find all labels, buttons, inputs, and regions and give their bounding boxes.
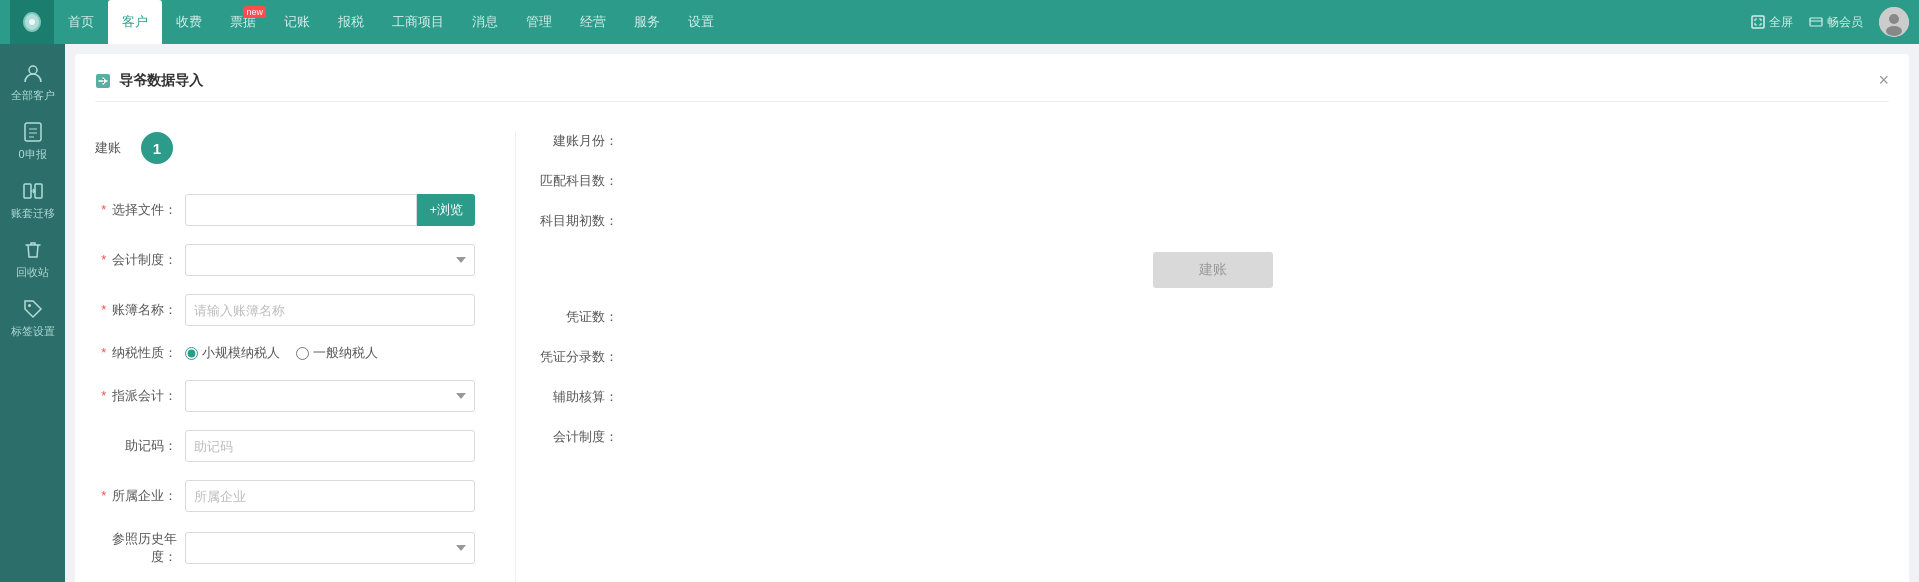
history-year-label: 参照历史年度： [95,530,185,566]
fullscreen-button[interactable]: 全屏 [1751,14,1793,31]
content-inner: 导爷数据导入 × 建账 1 选择文件： [75,54,1909,582]
nav-item-home[interactable]: 首页 [54,0,108,44]
file-input[interactable] [185,194,417,226]
accounting-system-select[interactable] [185,244,475,276]
company-input[interactable] [185,480,475,512]
nav-item-customer[interactable]: 客户 [108,0,162,44]
company-label: 所属企业： [95,487,185,505]
sidebar-item-report[interactable]: 0申报 [3,113,63,170]
dialog-title-bar: 导爷数据导入 × [95,70,1889,102]
initial-balance-label: 科目期初数： [536,212,626,230]
step-label: 建账 [95,139,121,157]
tax-type-label: 纳税性质： [95,344,185,362]
top-nav: 首页 客户 收费 票据 new 记账 报税 工商项目 消息 管理 经营 服务 设… [0,0,1919,44]
voucher-entries-row: 凭证分录数： [536,348,1889,366]
build-month-label: 建账月份： [536,132,626,150]
match-subjects-row: 匹配科目数： [536,172,1889,190]
nav-item-business[interactable]: 工商项目 [378,0,458,44]
svg-point-0 [29,19,35,25]
ledger-name-label: 账簿名称： [95,301,185,319]
vip-button[interactable]: 畅会员 [1809,14,1863,31]
auxiliary-label: 辅助核算： [536,388,626,406]
nav-item-account[interactable]: 记账 [270,0,324,44]
svg-rect-7 [25,123,41,141]
tax-type-radio-group: 小规模纳税人 一般纳税人 [185,344,475,362]
tax-type-small-radio[interactable] [185,347,198,360]
nav-item-message[interactable]: 消息 [458,0,512,44]
build-account-button[interactable]: 建账 [1153,252,1273,288]
nav-item-billing[interactable]: 收费 [162,0,216,44]
accounting-system-row: 会计制度： [95,244,475,276]
dialog-title-left: 导爷数据导入 [95,72,203,90]
new-badge: new [243,6,266,18]
file-input-group: +浏览 [185,194,475,226]
tax-type-general-radio[interactable] [296,347,309,360]
dialog-title-text: 导爷数据导入 [119,72,203,90]
file-row: 选择文件： +浏览 [95,194,475,226]
ledger-name-input[interactable] [185,294,475,326]
auxiliary-row: 辅助核算： [536,388,1889,406]
browse-button[interactable]: +浏览 [417,194,475,226]
svg-rect-2 [1810,18,1822,26]
build-month-row: 建账月份： [536,132,1889,150]
svg-point-6 [29,66,37,74]
nav-item-tax[interactable]: 报税 [324,0,378,44]
build-button-container: 建账 [536,252,1889,288]
sidebar-item-all-clients[interactable]: 全部客户 [3,54,63,111]
company-row: 所属企业： [95,480,475,512]
form-left: 建账 1 选择文件： +浏览 [95,132,515,582]
accountant-row: 指派会计： [95,380,475,412]
sidebar-item-trash[interactable]: 回收站 [3,231,63,288]
history-year-row: 参照历史年度： [95,530,475,566]
content-area: 导爷数据导入 × 建账 1 选择文件： [65,44,1919,582]
svg-point-4 [1889,14,1899,24]
file-label: 选择文件： [95,201,185,219]
voucher-count-row: 凭证数： [536,308,1889,326]
svg-point-5 [1886,26,1902,36]
voucher-entries-label: 凭证分录数： [536,348,626,366]
step-indicator: 建账 1 [95,132,475,164]
memo-input[interactable] [185,430,475,462]
tax-type-small[interactable]: 小规模纳税人 [185,344,280,362]
sidebar-item-migration[interactable]: 账套迁移 [3,172,63,229]
memo-row: 助记码： [95,430,475,462]
right-accounting-system-label: 会计制度： [536,428,626,446]
main-layout: 全部客户 0申报 账套迁移 回收站 [0,44,1919,582]
accounting-system-label: 会计制度： [95,251,185,269]
sidebar-item-tags[interactable]: 标签设置 [3,290,63,347]
nav-right: 全屏 畅会员 [1751,7,1909,37]
nav-item-manage[interactable]: 管理 [512,0,566,44]
nav-item-operation[interactable]: 经营 [566,0,620,44]
ledger-name-row: 账簿名称： [95,294,475,326]
close-button[interactable]: × [1878,70,1889,91]
accountant-label: 指派会计： [95,387,185,405]
nav-item-service[interactable]: 服务 [620,0,674,44]
step-circle: 1 [141,132,173,164]
svg-rect-1 [1752,16,1764,28]
nav-item-invoice[interactable]: 票据 new [216,0,270,44]
avatar[interactable] [1879,7,1909,37]
svg-point-10 [28,304,31,307]
voucher-count-label: 凭证数： [536,308,626,326]
logo[interactable] [10,0,54,44]
accountant-select[interactable] [185,380,475,412]
initial-balance-row: 科目期初数： [536,212,1889,230]
tax-type-general[interactable]: 一般纳税人 [296,344,378,362]
svg-rect-9 [35,184,42,198]
form-wrapper: 建账 1 选择文件： +浏览 [95,122,1889,582]
right-accounting-system-row: 会计制度： [536,428,1889,446]
form-right: 建账月份： 匹配科目数： 科目期初数： 建账 [515,132,1889,582]
svg-rect-8 [24,184,31,198]
import-icon [95,73,111,89]
tax-type-row: 纳税性质： 小规模纳税人 一般纳税人 [95,344,475,362]
match-subjects-label: 匹配科目数： [536,172,626,190]
memo-label: 助记码： [95,437,185,455]
sidebar: 全部客户 0申报 账套迁移 回收站 [0,44,65,582]
history-year-select[interactable] [185,532,475,564]
nav-item-settings[interactable]: 设置 [674,0,728,44]
